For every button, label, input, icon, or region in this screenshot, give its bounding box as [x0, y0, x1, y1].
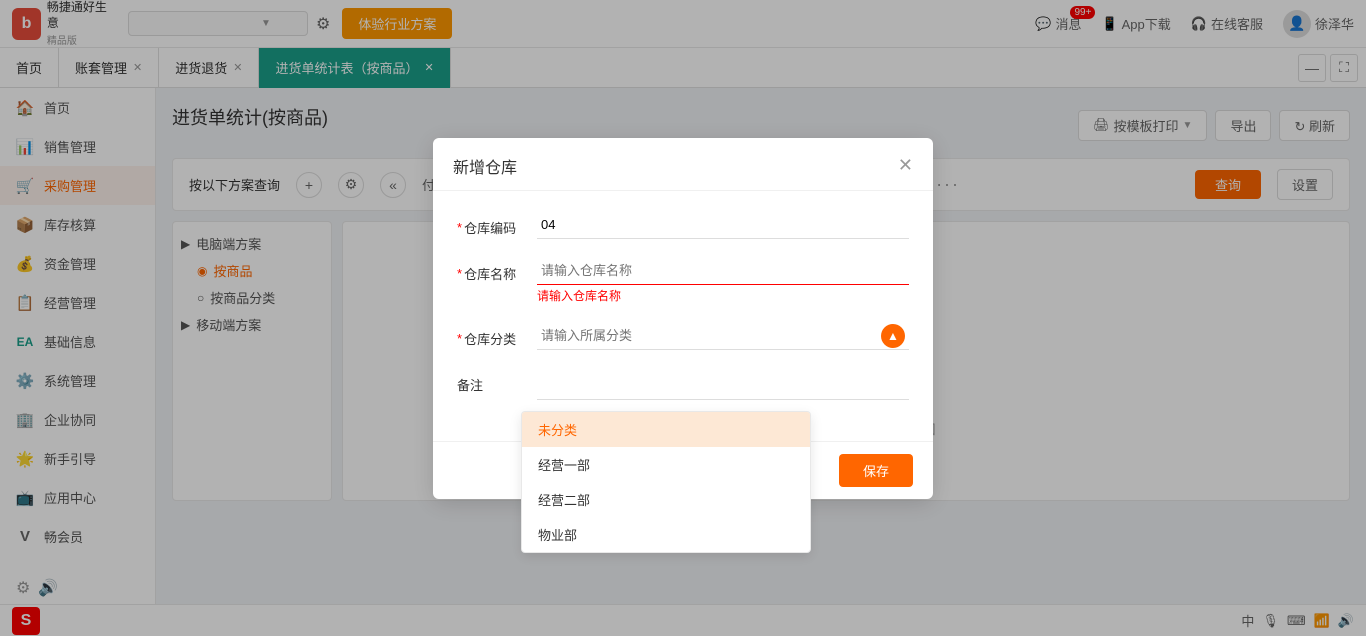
modal-body: * 仓库编码 * 仓库名称 请输入仓库名称 — [433, 191, 933, 441]
category-select-container: ▲ — [537, 322, 909, 350]
warehouse-name-error: 请输入仓库名称 — [537, 287, 909, 304]
warehouse-remark-textarea[interactable] — [537, 368, 909, 400]
category-dropdown-list: 未分类 经营一部 经营二部 物业部 — [521, 411, 811, 553]
warehouse-category-content: ▲ — [537, 322, 909, 350]
required-star-name: * — [457, 266, 462, 281]
warehouse-remark-label: 备注 — [457, 368, 537, 394]
warehouse-code-input[interactable] — [537, 211, 909, 239]
new-warehouse-modal: 新增仓库 ✕ * 仓库编码 * 仓库名称 — [433, 138, 933, 499]
required-star-code: * — [457, 220, 462, 235]
modal-title: 新增仓库 — [453, 154, 517, 178]
warehouse-name-content: 请输入仓库名称 — [537, 257, 909, 304]
warehouse-category-field: * 仓库分类 ▲ — [457, 322, 909, 350]
dropdown-item-ops2[interactable]: 经营二部 — [522, 482, 810, 517]
dropdown-item-ops1[interactable]: 经营一部 — [522, 447, 810, 482]
warehouse-category-input[interactable] — [537, 322, 909, 350]
warehouse-remark-content — [537, 368, 909, 403]
warehouse-name-input[interactable] — [537, 257, 909, 285]
required-star-category: * — [457, 331, 462, 346]
warehouse-category-label: * 仓库分类 — [457, 322, 537, 348]
category-dropdown-arrow[interactable]: ▲ — [881, 324, 905, 348]
dropdown-item-uncategorized[interactable]: 未分类 — [522, 412, 810, 447]
dropdown-item-property[interactable]: 物业部 — [522, 517, 810, 552]
warehouse-code-content — [537, 211, 909, 239]
modal-close-button[interactable]: ✕ — [898, 155, 913, 176]
warehouse-name-label: * 仓库名称 — [457, 257, 537, 283]
warehouse-remark-field: 备注 — [457, 368, 909, 403]
warehouse-name-field: * 仓库名称 请输入仓库名称 — [457, 257, 909, 304]
warehouse-code-field: * 仓库编码 — [457, 211, 909, 239]
save-button[interactable]: 保存 — [839, 454, 913, 487]
modal-header: 新增仓库 ✕ — [433, 138, 933, 191]
warehouse-code-label: * 仓库编码 — [457, 211, 537, 237]
modal-overlay[interactable]: 新增仓库 ✕ * 仓库编码 * 仓库名称 — [0, 0, 1366, 636]
